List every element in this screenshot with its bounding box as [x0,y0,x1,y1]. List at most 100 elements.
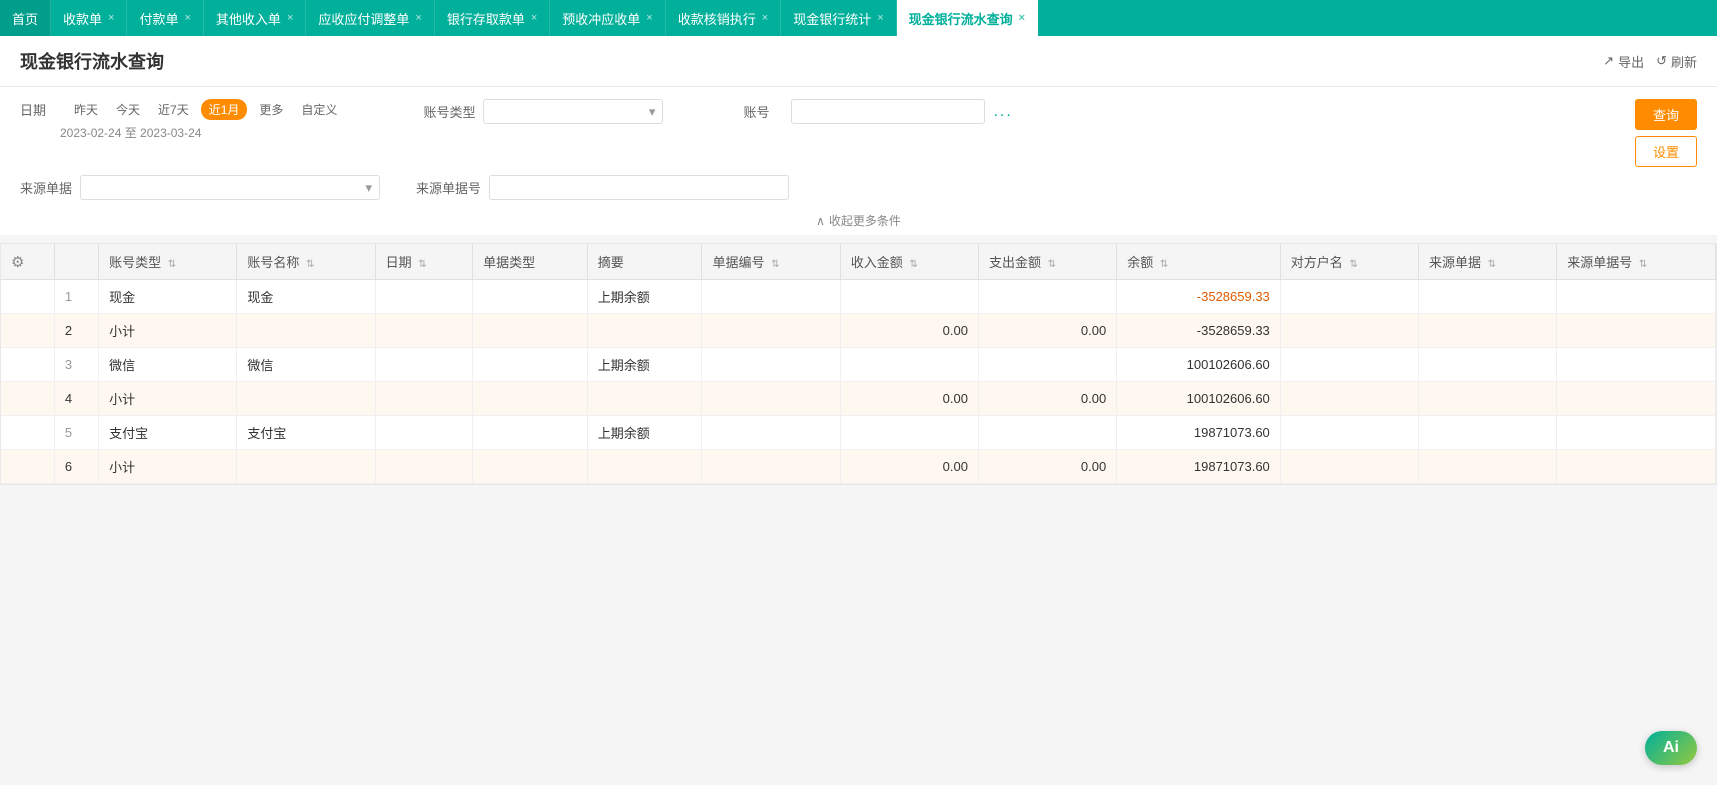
cell-source-doc-no [1557,314,1716,348]
export-label: 导出 [1618,52,1644,71]
settings-button[interactable]: 设置 [1635,136,1697,167]
nav-verify-label: 收款核销执行 [678,9,756,28]
nav-receipt[interactable]: 收款单 × [51,0,127,36]
cell-expense [978,280,1116,314]
cell-date [375,348,472,382]
nav-flow-query[interactable]: 现金银行流水查询 × [897,0,1038,36]
refresh-button[interactable]: ↺ 刷新 [1656,52,1697,71]
table-row: 4 小计 0.00 0.00 100102606.60 [1,382,1716,416]
cell-doc-no [702,382,840,416]
col-source-doc[interactable]: 来源单据 ⇅ [1419,244,1557,280]
col-balance[interactable]: 余额 ⇅ [1117,244,1281,280]
col-date[interactable]: 日期 ⇅ [375,244,472,280]
nav-stats-close[interactable]: × [877,12,883,24]
nav-prepaid[interactable]: 预收冲应收单 × [550,0,665,36]
cell-summary: 上期余额 [587,348,702,382]
cell-income: 0.00 [840,450,978,484]
table-row: 3 微信 微信 上期余额 100102606.60 [1,348,1716,382]
cell-doc-type [473,382,588,416]
col-gear[interactable]: ⚙ [1,244,54,280]
cell-account-name [237,450,375,484]
sort-icon-counterpart: ⇅ [1349,259,1357,270]
nav-ar-adjust-close[interactable]: × [415,12,421,24]
cell-counterpart [1280,314,1418,348]
nav-verify[interactable]: 收款核销执行 × [666,0,781,36]
export-button[interactable]: ↗ 导出 [1603,52,1644,71]
page-header: 现金银行流水查询 ↗ 导出 ↺ 刷新 [0,36,1717,87]
cell-account-name: 支付宝 [237,416,375,450]
cell-source-doc [1419,280,1557,314]
cell-expense: 0.00 [978,382,1116,416]
cell-source-doc-no [1557,450,1716,484]
cell-account-type: 现金 [99,280,237,314]
col-account-name[interactable]: 账号名称 ⇅ [237,244,375,280]
cell-counterpart [1280,450,1418,484]
date-btn-today[interactable]: 今天 [110,99,146,120]
date-btn-1month[interactable]: 近1月 [201,99,248,120]
cell-num: 1 [54,280,98,314]
chevron-up-icon: ∧ [816,214,825,228]
nav-receipt-label: 收款单 [63,9,102,28]
col-source-doc-no[interactable]: 来源单据号 ⇅ [1557,244,1716,280]
account-type-select[interactable] [483,99,663,124]
nav-receipt-close[interactable]: × [108,12,114,24]
source-doc-select[interactable] [80,175,380,200]
ai-badge[interactable]: Ai [1645,731,1697,765]
col-expense[interactable]: 支出金额 ⇅ [978,244,1116,280]
nav-prepaid-close[interactable]: × [646,12,652,24]
cell-balance: -3528659.33 [1117,314,1281,348]
nav-flow-query-close[interactable]: × [1019,12,1025,24]
nav-bank-deposit-label: 银行存取款单 [447,9,525,28]
cell-num: 2 [54,314,98,348]
page-title: 现金银行流水查询 [20,48,164,74]
cell-gear [1,348,54,382]
cell-income: 0.00 [840,314,978,348]
col-counterpart[interactable]: 对方户名 ⇅ [1280,244,1418,280]
account-label: 账号 [743,102,783,121]
account-input[interactable] [791,99,985,124]
nav-payment[interactable]: 付款单 × [127,0,203,36]
sort-icon-source-doc-no: ⇅ [1639,259,1647,270]
date-range-display: 2023-02-24 至 2023-03-24 [60,126,201,140]
cell-source-doc-no [1557,280,1716,314]
cell-source-doc [1419,314,1557,348]
col-doc-no[interactable]: 单据编号 ⇅ [702,244,840,280]
nav-other-income[interactable]: 其他收入单 × [204,0,306,36]
date-btn-custom[interactable]: 自定义 [295,99,343,120]
account-dots[interactable]: ... [993,103,1012,121]
nav-payment-close[interactable]: × [184,12,190,24]
cell-gear [1,450,54,484]
collapse-bar[interactable]: ∧ 收起更多条件 [20,206,1697,235]
nav-ar-adjust[interactable]: 应收应付调整单 × [306,0,434,36]
sort-icon-income: ⇅ [909,259,917,270]
cell-gear [1,416,54,450]
cell-account-type: 微信 [99,348,237,382]
cell-counterpart [1280,280,1418,314]
cell-doc-no [702,314,840,348]
nav-bank-deposit-close[interactable]: × [531,12,537,24]
nav-other-income-close[interactable]: × [287,12,293,24]
cell-income: 0.00 [840,382,978,416]
date-btn-more[interactable]: 更多 [253,99,289,120]
collapse-label: 收起更多条件 [829,212,901,229]
nav-stats[interactable]: 现金银行统计 × [781,0,896,36]
col-income[interactable]: 收入金额 ⇅ [840,244,978,280]
cell-balance: 100102606.60 [1117,382,1281,416]
query-button[interactable]: 查询 [1635,99,1697,130]
date-filter-label: 日期 [20,100,60,119]
nav-home[interactable]: 首页 [0,0,51,36]
source-doc-no-input[interactable] [489,175,789,200]
sort-icon-account-name: ⇅ [306,259,314,270]
date-btn-7days[interactable]: 近7天 [152,99,195,120]
table-row: 2 小计 0.00 0.00 -3528659.33 [1,314,1716,348]
cell-doc-type [473,280,588,314]
date-btn-yesterday[interactable]: 昨天 [68,99,104,120]
cell-account-type: 支付宝 [99,416,237,450]
cell-doc-no [702,416,840,450]
nav-verify-close[interactable]: × [762,12,768,24]
top-navigation: 首页 收款单 × 付款单 × 其他收入单 × 应收应付调整单 × 银行存取款单 … [0,0,1717,36]
cell-expense [978,348,1116,382]
nav-bank-deposit[interactable]: 银行存取款单 × [435,0,550,36]
col-account-type[interactable]: 账号类型 ⇅ [99,244,237,280]
cell-expense: 0.00 [978,450,1116,484]
